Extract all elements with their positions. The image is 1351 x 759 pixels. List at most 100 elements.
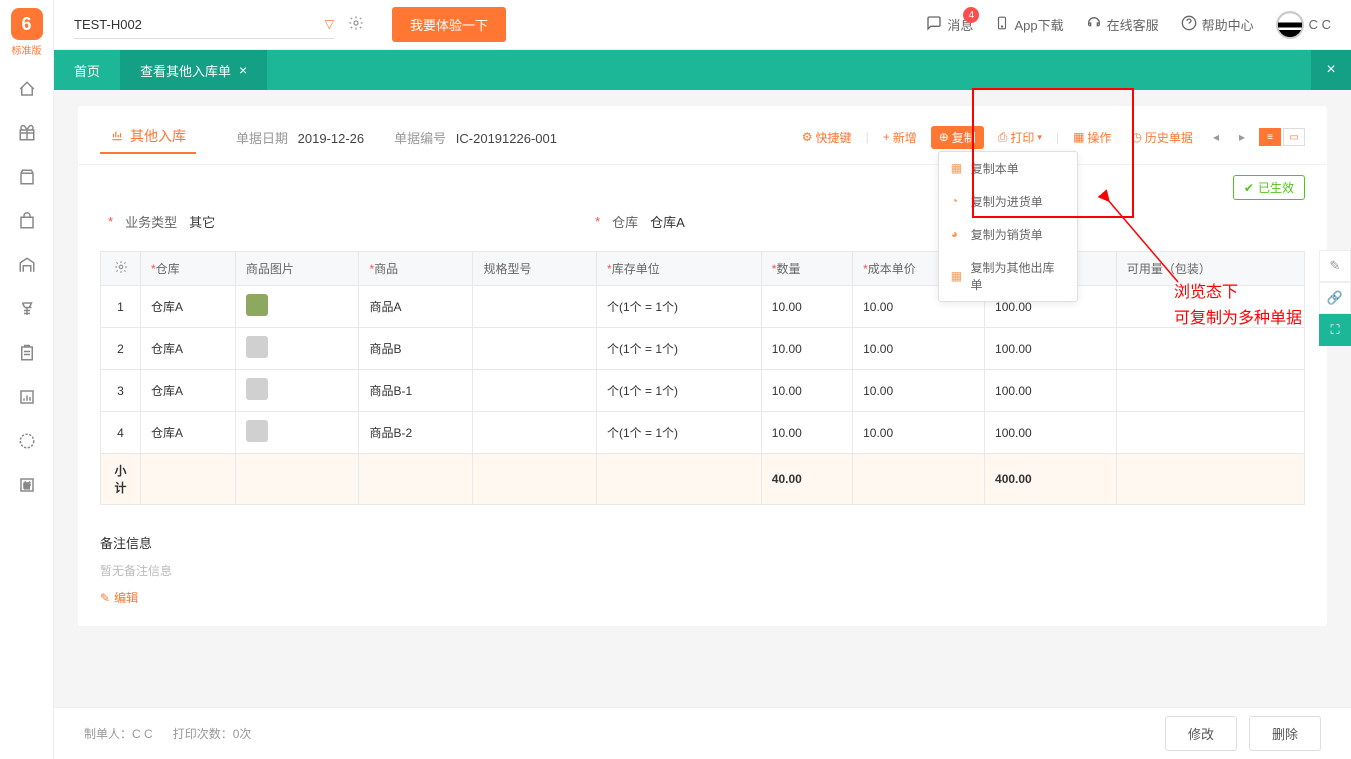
add-button[interactable]: + 新增: [877, 126, 923, 149]
shortcut-button[interactable]: ⚙ 快捷键: [796, 126, 858, 149]
copy-as-other-out[interactable]: ▦复制为其他出库单: [939, 251, 1077, 301]
col-image: 商品图片: [235, 252, 359, 286]
document-card: 其他入库 单据日期 2019-12-26 单据编号 IC-20191226-00…: [78, 106, 1327, 626]
chevron-down-icon: ▽: [325, 17, 334, 31]
copy-as-sales[interactable]: ◕复制为销货单: [939, 218, 1077, 251]
nav-report-icon[interactable]: [15, 385, 39, 409]
left-sidebar: 6 标准版 新: [0, 0, 54, 759]
col-gear[interactable]: [101, 252, 141, 286]
history-label: 历史单据: [1145, 129, 1193, 146]
table-row[interactable]: 3 仓库A 商品B-1 个(1个 = 1个) 10.00 10.00 100.0…: [101, 370, 1305, 412]
doc-icon: ▦: [951, 161, 965, 175]
purchase-icon: ◔: [951, 194, 965, 208]
tab-other-inbound[interactable]: 查看其他入库单 ×: [120, 50, 267, 90]
status-badge: ✔ 已生效: [1233, 175, 1305, 200]
table-row[interactable]: 4 仓库A 商品B-2 个(1个 = 1个) 10.00 10.00 100.0…: [101, 412, 1305, 454]
help-center-label: 帮助中心: [1202, 15, 1254, 34]
doc-date-label: 单据日期: [236, 131, 288, 146]
user-name-label: C C: [1309, 17, 1331, 32]
creator-label: 制单人：: [84, 727, 132, 741]
list-view-toggle[interactable]: ≡: [1259, 128, 1281, 146]
settings-gear-icon[interactable]: [348, 15, 364, 34]
edit-remark-button[interactable]: ✎ 编辑: [100, 589, 1305, 606]
nav-clipboard-icon[interactable]: [15, 341, 39, 365]
messages-link[interactable]: 消息 4: [926, 15, 973, 34]
operate-button[interactable]: ▦ 操作: [1067, 126, 1117, 149]
help-icon: [1181, 15, 1197, 34]
try-button[interactable]: 我要体验一下: [392, 7, 506, 42]
table-row[interactable]: 2 仓库A 商品B 个(1个 = 1个) 10.00 10.00 100.00: [101, 328, 1305, 370]
print-icon: ⎙: [998, 130, 1008, 145]
help-center-link[interactable]: 帮助中心: [1181, 15, 1254, 34]
print-label: 打印: [1010, 129, 1034, 146]
doc-code-value: IC-20191226-001: [456, 131, 557, 146]
copy-button[interactable]: ⊕ 复制 ▦复制本单 ◔复制为进货单 ◕复制为销货单 ▦复制为其他出库单: [931, 126, 984, 149]
history-button[interactable]: ◷ 历史单据: [1125, 126, 1199, 149]
app-download-label: App下载: [1014, 15, 1063, 34]
col-qty: *数量: [761, 252, 852, 286]
items-table: *仓库 商品图片 *商品 规格型号 *库存单位 *数量 *成本单价 *成本金额 …: [100, 251, 1305, 505]
nav-bag-icon[interactable]: [15, 209, 39, 233]
card-view-toggle[interactable]: ▭: [1283, 128, 1305, 146]
modify-button[interactable]: 修改: [1165, 716, 1237, 751]
tab-other-inbound-label: 查看其他入库单: [140, 61, 231, 80]
tab-bar: 首页 查看其他入库单 × ×: [54, 50, 1351, 90]
nav-sync-icon[interactable]: [15, 429, 39, 453]
biz-type-value: 其它: [189, 212, 215, 231]
document-type-label: 其他入库: [130, 126, 186, 146]
document-type-tab[interactable]: 其他入库: [100, 120, 196, 154]
product-image-icon: [246, 378, 268, 400]
nav-store-icon[interactable]: [15, 165, 39, 189]
nav-money-icon[interactable]: [15, 297, 39, 321]
tool-expand-icon[interactable]: ⛶: [1319, 314, 1351, 346]
subtotal-row: 小计 40.00400.00: [101, 454, 1305, 505]
copy-dropdown-menu: ▦复制本单 ◔复制为进货单 ◕复制为销货单 ▦复制为其他出库单: [938, 151, 1078, 302]
delete-button[interactable]: 删除: [1249, 716, 1321, 751]
tab-home-label: 首页: [74, 61, 100, 80]
chevron-down-icon: ▾: [1037, 132, 1042, 143]
prev-button[interactable]: ◂: [1207, 127, 1225, 147]
app-logo: 6: [11, 8, 43, 40]
history-icon: ◷: [1131, 130, 1141, 144]
online-service-link[interactable]: 在线客服: [1086, 15, 1159, 34]
col-spec: 规格型号: [473, 252, 597, 286]
plus-icon: +: [883, 130, 890, 144]
user-avatar-icon: [1276, 11, 1304, 39]
user-menu[interactable]: C C: [1276, 11, 1331, 39]
remark-title: 备注信息: [100, 533, 1305, 552]
copy-as-purchase[interactable]: ◔复制为进货单: [939, 185, 1077, 218]
table-row[interactable]: 1 仓库A 商品A 个(1个 = 1个) 10.00 10.00 100.00: [101, 286, 1305, 328]
remark-empty: 暂无备注信息: [100, 562, 1305, 579]
check-icon: ✔: [1244, 181, 1254, 195]
nav-gift-icon[interactable]: [15, 121, 39, 145]
print-button[interactable]: ⎙ 打印 ▾: [992, 126, 1048, 149]
copy-this-doc[interactable]: ▦复制本单: [939, 152, 1077, 185]
warehouse-value: 仓库A: [650, 212, 685, 231]
message-icon: [926, 15, 942, 34]
tab-close-icon[interactable]: ×: [239, 62, 247, 78]
copy-label: 复制: [952, 129, 976, 146]
col-warehouse: *仓库: [141, 252, 236, 286]
online-service-label: 在线客服: [1107, 15, 1159, 34]
tool-link-icon[interactable]: 🔗: [1319, 282, 1351, 314]
footer: 制单人：C C 打印次数：0次 修改 删除: [54, 707, 1351, 759]
svg-text:新: 新: [23, 481, 30, 490]
grid-icon: ▦: [1073, 130, 1084, 144]
nav-warehouse-icon[interactable]: [15, 253, 39, 277]
app-download-link[interactable]: App下载: [995, 15, 1063, 34]
org-selector[interactable]: TEST-H002 ▽: [74, 11, 334, 39]
operate-label: 操作: [1087, 129, 1111, 146]
creator-value: C C: [132, 727, 153, 741]
tab-bar-close-button[interactable]: ×: [1311, 50, 1351, 90]
next-button[interactable]: ▸: [1233, 127, 1251, 147]
nav-home-icon[interactable]: [15, 77, 39, 101]
status-label: 已生效: [1258, 179, 1294, 196]
right-toolbar: ✎ 🔗 ⛶: [1319, 250, 1351, 346]
edition-label: 标准版: [12, 42, 42, 57]
tool-note-icon[interactable]: ✎: [1319, 250, 1351, 282]
phone-icon: [995, 15, 1009, 34]
biz-type-label: 业务类型: [125, 212, 177, 231]
org-selector-text: TEST-H002: [74, 17, 325, 32]
tab-home[interactable]: 首页: [54, 50, 120, 90]
nav-new-icon[interactable]: 新: [15, 473, 39, 497]
